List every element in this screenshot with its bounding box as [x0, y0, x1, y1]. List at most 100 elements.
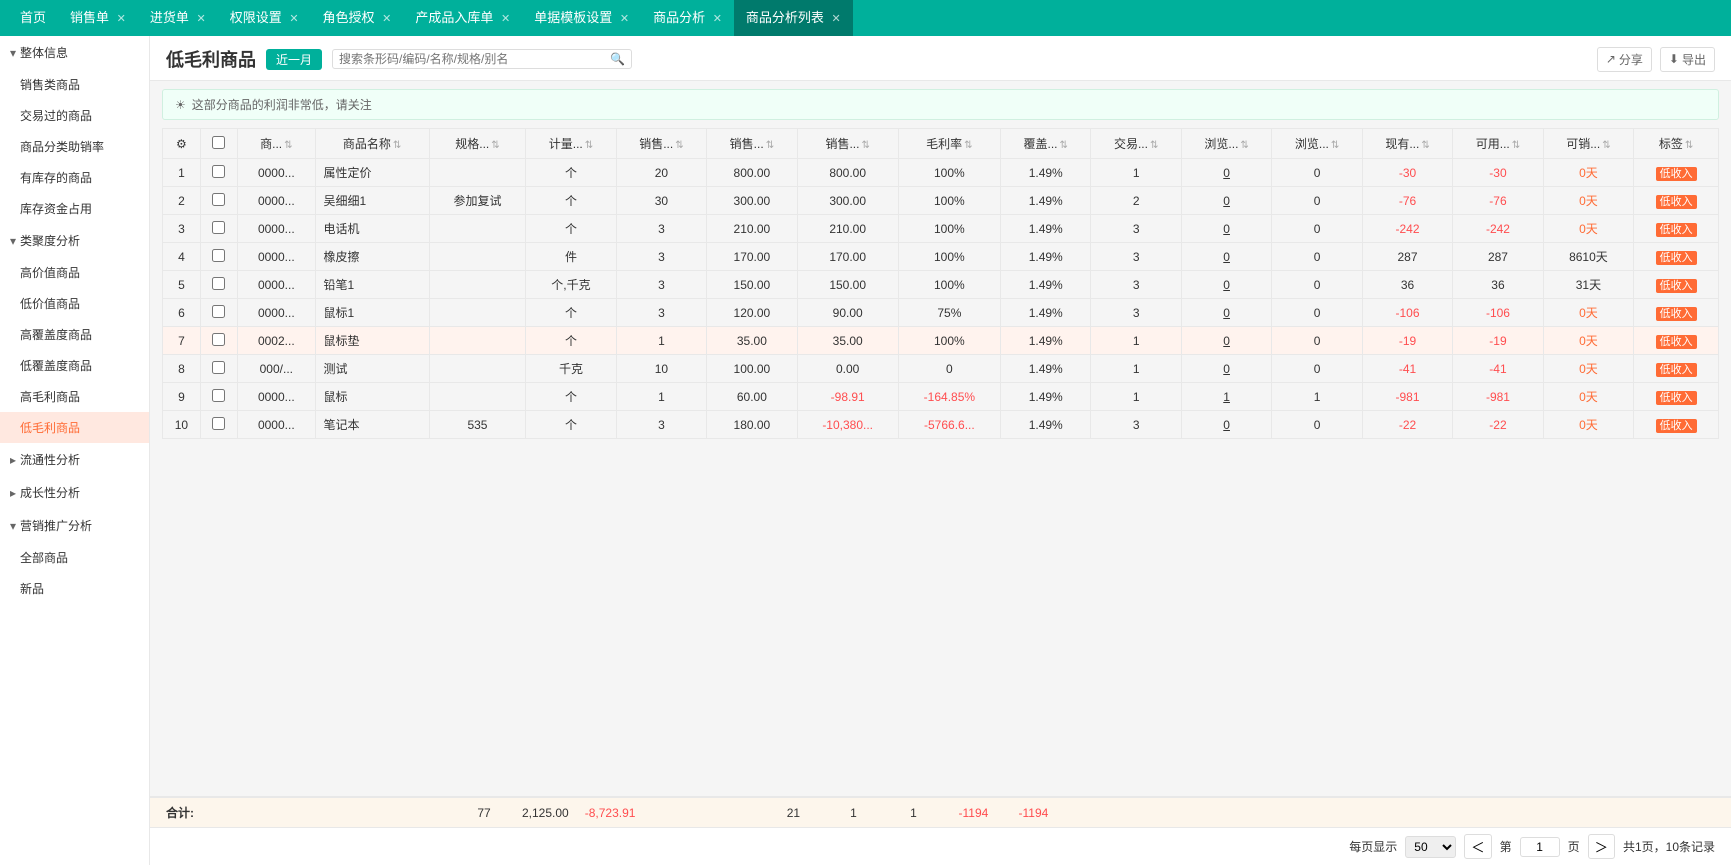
export-button[interactable]: ⬇ 导出 [1660, 47, 1715, 72]
close-icon[interactable]: ✕ [289, 13, 298, 25]
nav-role[interactable]: 角色授权 ✕ [311, 0, 404, 36]
select-all-checkbox[interactable] [212, 136, 225, 149]
sidebar-item-capital[interactable]: 库存资金占用 [0, 193, 149, 224]
nav-analysis[interactable]: 商品分析 ✕ [641, 0, 734, 36]
sidebar-item-all-goods[interactable]: 全部商品 [0, 542, 149, 573]
row-select-checkbox[interactable] [212, 221, 225, 234]
row-gross-margin: 100% [898, 159, 1000, 187]
nav-analysis-list[interactable]: 商品分析列表 ✕ [734, 0, 853, 36]
col-name[interactable]: 商品名称⇅ [315, 129, 429, 159]
nav-product-entry[interactable]: 产成品入库单 ✕ [403, 0, 522, 36]
row-select-checkbox[interactable] [212, 361, 225, 374]
close-icon[interactable]: ✕ [117, 13, 126, 25]
sidebar-item-high-value[interactable]: 高价值商品 [0, 257, 149, 288]
row-select-checkbox[interactable] [212, 277, 225, 290]
next-page-btn[interactable]: ＞ [1588, 834, 1615, 859]
recent-btn[interactable]: 近一月 [266, 49, 322, 70]
row-checkbox[interactable] [200, 383, 237, 411]
row-view1[interactable]: 0 [1181, 327, 1271, 355]
row-view1[interactable]: 0 [1181, 299, 1271, 327]
row-select-checkbox[interactable] [212, 165, 225, 178]
col-coverage[interactable]: 覆盖...⇅ [1000, 129, 1090, 159]
row-view1[interactable]: 1 [1181, 383, 1271, 411]
row-view1[interactable]: 0 [1181, 271, 1271, 299]
row-view1[interactable]: 0 [1181, 355, 1271, 383]
sidebar-item-traded[interactable]: 交易过的商品 [0, 100, 149, 131]
row-select-checkbox[interactable] [212, 417, 225, 430]
row-checkbox[interactable] [200, 187, 237, 215]
col-sales-qty[interactable]: 销售...⇅ [616, 129, 706, 159]
close-icon[interactable]: ✕ [620, 13, 629, 25]
share-button[interactable]: ↗ 分享 [1597, 47, 1652, 72]
col-sellable-days[interactable]: 可销...⇅ [1543, 129, 1633, 159]
prev-page-btn[interactable]: ＜ [1464, 834, 1491, 859]
col-settings[interactable]: ⚙ [163, 129, 201, 159]
nav-sales[interactable]: 销售单 ✕ [58, 0, 138, 36]
row-checkbox[interactable] [200, 411, 237, 439]
sidebar-group-overall[interactable]: ▾ 整体信息 [0, 36, 149, 69]
row-view1[interactable]: 0 [1181, 159, 1271, 187]
row-select-checkbox[interactable] [212, 389, 225, 402]
col-tag[interactable]: 标签⇅ [1634, 129, 1719, 159]
close-icon[interactable]: ✕ [382, 13, 391, 25]
row-view1[interactable]: 0 [1181, 411, 1271, 439]
sidebar-item-in-stock[interactable]: 有库存的商品 [0, 162, 149, 193]
col-view2[interactable]: 浏览...⇅ [1272, 129, 1362, 159]
sidebar-item-high-margin[interactable]: 高毛利商品 [0, 381, 149, 412]
nav-template[interactable]: 单据模板设置 ✕ [522, 0, 641, 36]
col-transaction[interactable]: 交易...⇅ [1091, 129, 1181, 159]
row-view1[interactable]: 0 [1181, 215, 1271, 243]
sidebar-item-low-margin[interactable]: 低毛利商品 [0, 412, 149, 443]
nav-purchase[interactable]: 进货单 ✕ [138, 0, 218, 36]
close-icon[interactable]: ✕ [501, 13, 510, 25]
table-footer: 合计: 77 2,125.00 -8,723.91 21 1 1 -1194 -… [150, 796, 1731, 827]
row-select-checkbox[interactable] [212, 249, 225, 262]
sidebar-item-low-value[interactable]: 低价值商品 [0, 288, 149, 319]
col-available-stock[interactable]: 可用...⇅ [1453, 129, 1543, 159]
col-spec[interactable]: 规格...⇅ [429, 129, 526, 159]
row-checkbox[interactable] [200, 271, 237, 299]
nav-home[interactable]: 首页 [8, 0, 58, 36]
per-page-select[interactable]: 50 100 200 [1405, 836, 1456, 858]
row-checkbox[interactable] [200, 299, 237, 327]
sidebar-item-category-rate[interactable]: 商品分类助销率 [0, 131, 149, 162]
col-unit[interactable]: 计量...⇅ [526, 129, 616, 159]
close-icon[interactable]: ✕ [196, 13, 205, 25]
sidebar-item-new-goods[interactable]: 新品 [0, 573, 149, 604]
row-tag: 低收入 [1634, 215, 1719, 243]
row-sales-profit: -10,380... [797, 411, 898, 439]
nav-permission[interactable]: 权限设置 ✕ [218, 0, 311, 36]
col-current-stock[interactable]: 现有...⇅ [1362, 129, 1452, 159]
search-input[interactable] [339, 52, 606, 66]
close-icon[interactable]: ✕ [832, 13, 841, 25]
col-sales-amount[interactable]: 销售...⇅ [707, 129, 797, 159]
row-no: 4 [163, 243, 201, 271]
row-checkbox[interactable] [200, 355, 237, 383]
sidebar-group-growth[interactable]: ▸ 成长性分析 [0, 476, 149, 509]
col-view1[interactable]: 浏览...⇅ [1181, 129, 1271, 159]
sidebar-item-low-coverage[interactable]: 低覆盖度商品 [0, 350, 149, 381]
sidebar-item-sales-goods[interactable]: 销售类商品 [0, 69, 149, 100]
per-page-label: 每页显示 [1349, 838, 1397, 855]
search-icon[interactable]: 🔍 [610, 52, 625, 66]
sidebar-group-circulation[interactable]: ▸ 流通性分析 [0, 443, 149, 476]
col-checkbox[interactable] [200, 129, 237, 159]
sidebar-group-marketing[interactable]: ▾ 营销推广分析 [0, 509, 149, 542]
sidebar-group-cluster[interactable]: ▾ 类聚度分析 [0, 224, 149, 257]
table-wrapper[interactable]: ⚙ 商...⇅ 商品名称⇅ 规格...⇅ 计量...⇅ 销售...⇅ 销售...… [150, 128, 1731, 796]
col-gross-margin[interactable]: 毛利率⇅ [898, 129, 1000, 159]
page-number-input[interactable] [1520, 837, 1560, 857]
row-view1[interactable]: 0 [1181, 187, 1271, 215]
row-select-checkbox[interactable] [212, 305, 225, 318]
row-view1[interactable]: 0 [1181, 243, 1271, 271]
sidebar-item-high-coverage[interactable]: 高覆盖度商品 [0, 319, 149, 350]
row-checkbox[interactable] [200, 215, 237, 243]
col-sales-profit[interactable]: 销售...⇅ [797, 129, 898, 159]
row-checkbox[interactable] [200, 159, 237, 187]
close-icon[interactable]: ✕ [713, 13, 722, 25]
row-checkbox[interactable] [200, 327, 237, 355]
row-select-checkbox[interactable] [212, 333, 225, 346]
row-select-checkbox[interactable] [212, 193, 225, 206]
col-code[interactable]: 商...⇅ [238, 129, 315, 159]
row-checkbox[interactable] [200, 243, 237, 271]
